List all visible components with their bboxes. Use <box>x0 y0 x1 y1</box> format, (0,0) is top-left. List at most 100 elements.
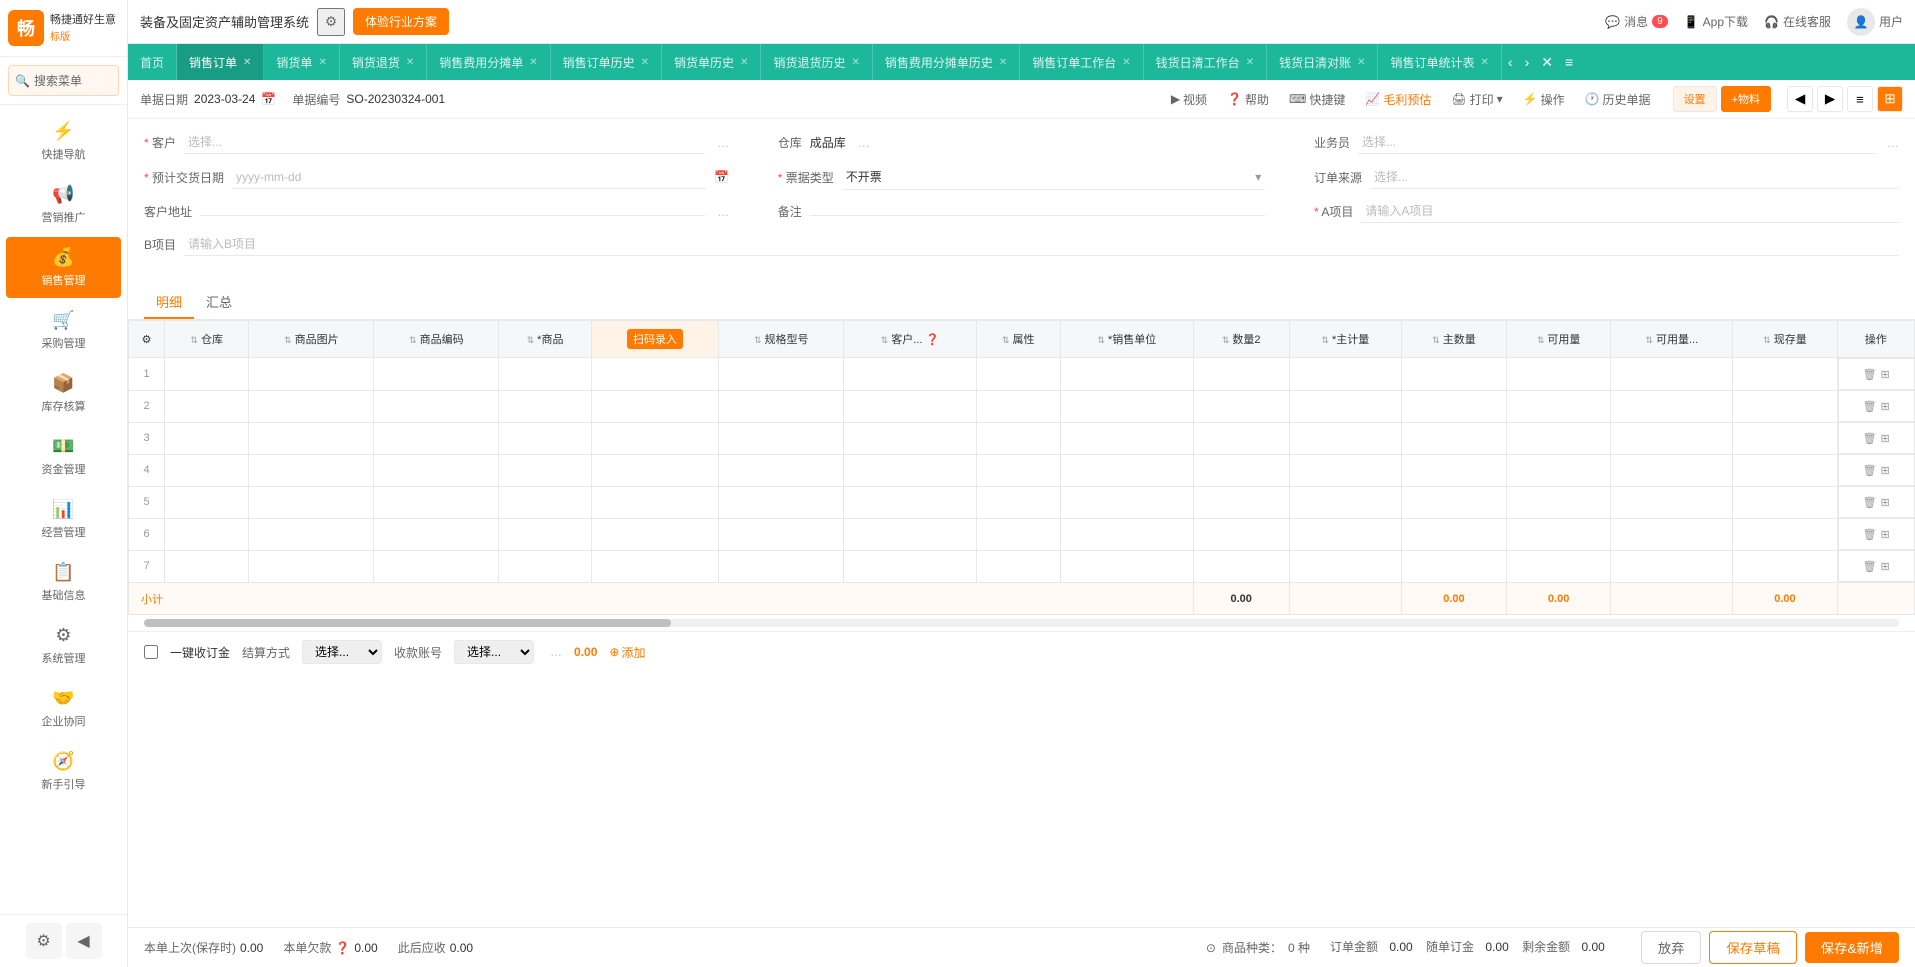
cell-scan-2[interactable] <box>591 390 719 422</box>
tab-fee-history[interactable]: 销售费用分摊单历史 ✕ <box>873 44 1020 80</box>
tab-next-btn[interactable]: › <box>1519 44 1536 80</box>
shortcut-btn[interactable]: ⌨ 快捷键 <box>1283 89 1351 110</box>
app-download-btn[interactable]: 📱 App下载 <box>1684 13 1748 30</box>
tab-sales-order[interactable]: 销售订单 ✕ <box>177 44 264 80</box>
industry-btn[interactable]: 体验行业方案 <box>353 8 449 35</box>
copy-icon-1[interactable]: ⊞ <box>1881 368 1890 381</box>
delete-icon-1[interactable]: 🗑 <box>1863 368 1877 381</box>
delete-icon-2[interactable]: 🗑 <box>1863 400 1877 413</box>
cell-image-1[interactable] <box>249 358 374 391</box>
sort-icon-property[interactable]: ⇅ <box>1002 335 1010 345</box>
cell-sku-4[interactable] <box>374 454 499 486</box>
cell-scan-5[interactable] <box>591 486 719 518</box>
cell-warehouse-3[interactable] <box>165 422 249 454</box>
cell-spec-2[interactable] <box>719 390 844 422</box>
one-click-checkbox[interactable] <box>144 645 158 659</box>
cell-main-unit-6[interactable] <box>1289 518 1402 550</box>
cell-main-unit-2[interactable] <box>1289 390 1402 422</box>
tab-summary[interactable]: 汇总 <box>194 286 244 319</box>
tab-bill-history[interactable]: 销货单历史 ✕ <box>662 44 761 80</box>
cell-sku-5[interactable] <box>374 486 499 518</box>
profit-btn[interactable]: 📈 毛利预估 <box>1359 89 1437 110</box>
tab-prev-btn[interactable]: ‹ <box>1502 44 1519 80</box>
cell-main-qty-2[interactable] <box>1402 390 1507 422</box>
sidebar-settings-btn[interactable]: ⚙ <box>26 923 62 959</box>
tab-daily-workbench-close[interactable]: ✕ <box>1246 57 1254 68</box>
sidebar-collapse-btn[interactable]: ◀ <box>66 923 102 959</box>
cell-available2-2[interactable] <box>1611 390 1733 422</box>
cell-product-4[interactable] <box>499 454 591 486</box>
sidebar-item-sales[interactable]: 💰 销售管理 <box>6 237 121 298</box>
cell-warehouse-5[interactable] <box>165 486 249 518</box>
delivery-input[interactable] <box>232 166 706 189</box>
sort-icon-main-unit[interactable]: ⇅ <box>1321 335 1329 345</box>
sort-icon-spec[interactable]: ⇅ <box>754 335 762 345</box>
settings-btn[interactable]: 设置 <box>1673 86 1717 112</box>
cell-image-3[interactable] <box>249 422 374 454</box>
cell-product-7[interactable] <box>499 550 591 583</box>
add-material-btn[interactable]: +物料 <box>1721 86 1771 112</box>
cell-main-qty-6[interactable] <box>1402 518 1507 550</box>
sidebar-item-enterprise[interactable]: 🤝 企业协同 <box>6 678 121 739</box>
message-btn[interactable]: 💬 消息 9 <box>1605 13 1668 30</box>
cell-product-6[interactable] <box>499 518 591 550</box>
sort-icon-available2[interactable]: ⇅ <box>1645 335 1653 345</box>
scan-btn[interactable]: 扫码录入 <box>627 329 683 349</box>
cell-spec-5[interactable] <box>719 486 844 518</box>
cell-qty2-7[interactable] <box>1193 550 1289 583</box>
online-support-btn[interactable]: 🎧 在线客服 <box>1764 13 1831 30</box>
delivery-calendar-icon[interactable]: 📅 <box>714 170 729 184</box>
cell-sku-7[interactable] <box>374 550 499 583</box>
cell-customer-code-6[interactable] <box>844 518 976 550</box>
salesperson-dots-icon[interactable]: … <box>1887 136 1899 150</box>
sidebar-item-system[interactable]: ⚙ 系统管理 <box>6 615 121 676</box>
sidebar-item-finance[interactable]: 💵 资金管理 <box>6 426 121 487</box>
salesperson-input[interactable] <box>1358 131 1875 154</box>
topbar-settings-btn[interactable]: ⚙ <box>317 8 345 36</box>
cell-main-unit-3[interactable] <box>1289 422 1402 454</box>
tab-order-history-close[interactable]: ✕ <box>641 57 649 68</box>
cell-scan-3[interactable] <box>591 422 719 454</box>
a-project-input[interactable] <box>1361 200 1899 223</box>
sort-icon-qty2[interactable]: ⇅ <box>1222 335 1230 345</box>
cell-image-5[interactable] <box>249 486 374 518</box>
cell-main-unit-1[interactable] <box>1289 358 1402 391</box>
sidebar-item-inventory[interactable]: 📦 库存核算 <box>6 363 121 424</box>
delete-icon-6[interactable]: 🗑 <box>1863 528 1877 541</box>
warehouse-dots-icon[interactable]: … <box>858 136 870 150</box>
th-settings[interactable]: ⚙ <box>129 321 165 358</box>
cell-product-2[interactable] <box>499 390 591 422</box>
account-dots-icon[interactable]: … <box>550 645 562 659</box>
tab-sales-order-close[interactable]: ✕ <box>243 57 251 68</box>
cell-customer-code-2[interactable] <box>844 390 976 422</box>
cell-sku-3[interactable] <box>374 422 499 454</box>
cell-unit-6[interactable] <box>1060 518 1193 550</box>
history-btn[interactable]: 🕐 历史单据 <box>1579 89 1657 110</box>
copy-icon-7[interactable]: ⊞ <box>1881 560 1890 573</box>
tab-order-workbench-close[interactable]: ✕ <box>1122 57 1130 68</box>
cell-available-2[interactable] <box>1506 390 1611 422</box>
customer-dots-icon[interactable]: … <box>717 136 729 150</box>
tab-order-workbench[interactable]: 销售订单工作台 ✕ <box>1020 44 1143 80</box>
cell-unit-2[interactable] <box>1060 390 1193 422</box>
add-payment-btn[interactable]: ⊕ 添加 <box>609 644 645 661</box>
delete-icon-4[interactable]: 🗑 <box>1863 464 1877 477</box>
cell-image-2[interactable] <box>249 390 374 422</box>
cell-image-6[interactable] <box>249 518 374 550</box>
delete-icon-7[interactable]: 🗑 <box>1863 560 1877 573</box>
cell-qty2-6[interactable] <box>1193 518 1289 550</box>
operation-btn[interactable]: ⚡ 操作 <box>1517 89 1571 110</box>
tab-menu-btn[interactable]: ≡ <box>1559 44 1579 80</box>
cell-main-unit-7[interactable] <box>1289 550 1402 583</box>
cell-main-qty-4[interactable] <box>1402 454 1507 486</box>
address-input[interactable] <box>200 207 705 216</box>
prev-record-btn[interactable]: ◀ <box>1787 86 1813 112</box>
sort-icon-main-qty[interactable]: ⇅ <box>1432 335 1440 345</box>
cell-warehouse-7[interactable] <box>165 550 249 583</box>
cell-scan-6[interactable] <box>591 518 719 550</box>
tab-return-history[interactable]: 销货退货历史 ✕ <box>761 44 872 80</box>
cell-main-qty-1[interactable] <box>1402 358 1507 391</box>
cell-property-3[interactable] <box>976 422 1060 454</box>
tab-return-history-close[interactable]: ✕ <box>851 57 859 68</box>
cell-current-7[interactable] <box>1733 550 1838 583</box>
